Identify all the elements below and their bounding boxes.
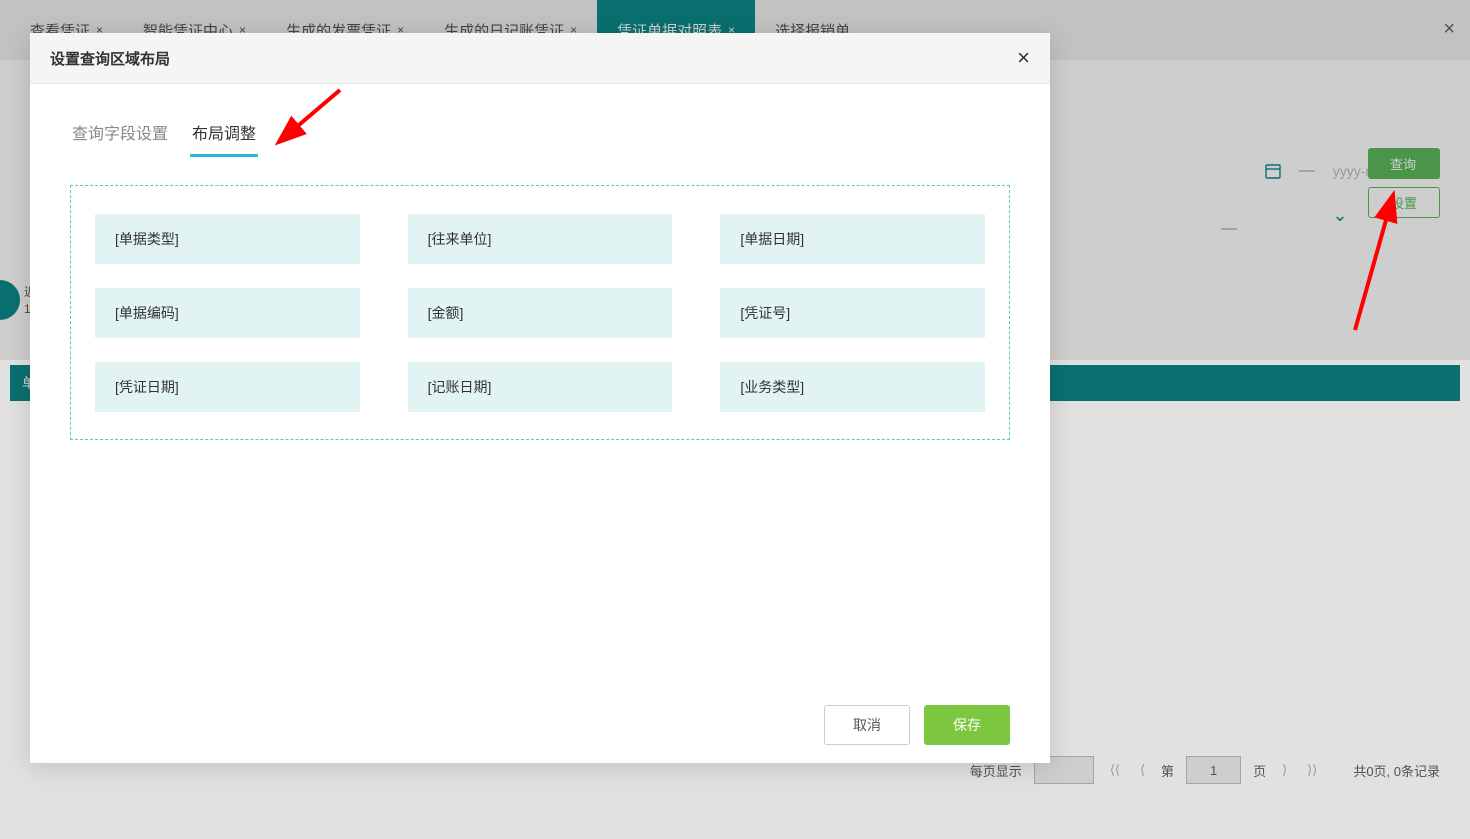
modal-tabs: 查询字段设置 布局调整	[70, 114, 1010, 157]
layout-item-amount[interactable]: [金额]	[408, 288, 673, 338]
tab-query-fields[interactable]: 查询字段设置	[70, 114, 170, 157]
cancel-button[interactable]: 取消	[824, 705, 910, 745]
modal-title: 设置查询区域布局	[50, 48, 170, 69]
layout-item-post-date[interactable]: [记账日期]	[408, 362, 673, 412]
layout-item-doc-date[interactable]: [单据日期]	[720, 214, 985, 264]
layout-item-doc-code[interactable]: [单据编码]	[95, 288, 360, 338]
close-icon[interactable]: ×	[1017, 47, 1030, 69]
layout-item-voucher-no[interactable]: [凭证号]	[720, 288, 985, 338]
layout-drop-zone[interactable]: [单据类型] [往来单位] [单据日期] [单据编码] [金额] [凭证号] […	[70, 185, 1010, 440]
modal-footer: 取消 保存	[30, 689, 1050, 763]
layout-item-partner[interactable]: [往来单位]	[408, 214, 673, 264]
layout-settings-modal: 设置查询区域布局 × 查询字段设置 布局调整 [单据类型] [往来单位] [单据…	[30, 33, 1050, 763]
modal-header: 设置查询区域布局 ×	[30, 33, 1050, 84]
layout-item-doc-type[interactable]: [单据类型]	[95, 214, 360, 264]
save-button[interactable]: 保存	[924, 705, 1010, 745]
tab-layout-adjust[interactable]: 布局调整	[190, 114, 258, 157]
layout-item-biz-type[interactable]: [业务类型]	[720, 362, 985, 412]
layout-item-voucher-date[interactable]: [凭证日期]	[95, 362, 360, 412]
